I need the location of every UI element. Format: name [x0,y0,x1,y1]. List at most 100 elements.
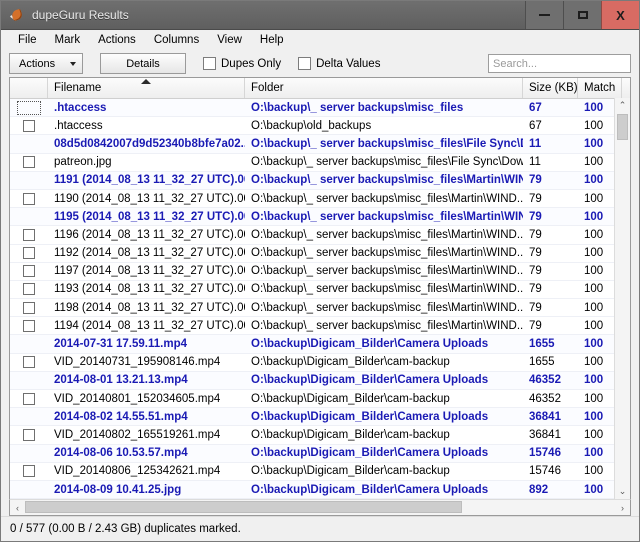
row-size: 79 [523,193,578,205]
dupes-only-checkbox[interactable]: Dupes Only [203,57,281,70]
table-row[interactable]: 1192 (2014_08_13 11_32_27 UTC).001O:\bac… [10,245,630,263]
table-row[interactable]: 1193 (2014_08_13 11_32_27 UTC).001O:\bac… [10,281,630,299]
row-size: 79 [523,229,578,241]
horizontal-scrollbar-track[interactable] [25,500,615,515]
search-input[interactable]: Search... [488,54,631,73]
row-checkbox-cell[interactable] [10,393,48,405]
menu-item-file[interactable]: File [9,33,46,47]
maximize-button[interactable] [563,1,601,29]
row-checkbox-cell[interactable] [10,120,48,132]
results-table: Filename Folder Size (KB) Match .htacces… [9,77,631,499]
row-checkbox-cell[interactable] [10,302,48,314]
table-row[interactable]: 08d5d0842007d9d52340b8bfe7a02...O:\backu… [10,135,630,153]
table-row[interactable]: 2014-08-09 10.41.25.jpgO:\backup\Digicam… [10,481,630,499]
table-row[interactable]: 1196 (2014_08_13 11_32_27 UTC).001O:\bac… [10,226,630,244]
table-row[interactable]: VID_20140802_165519261.mp4O:\backup\Digi… [10,426,630,444]
row-filename: 2014-07-31 17.59.11.mp4 [48,338,245,350]
column-header-size[interactable]: Size (KB) [523,78,578,98]
title-bar: dupeGuru Results X [1,1,639,30]
column-header-checkbox[interactable] [10,78,48,98]
details-button[interactable]: Details [100,53,186,74]
row-filename: VID_20140806_125342621.mp4 [48,465,245,477]
row-checkbox-cell[interactable] [10,247,48,259]
table-row[interactable]: 1194 (2014_08_13 11_32_27 UTC).001O:\bac… [10,317,630,335]
column-header-filename-label: Filename [54,82,101,94]
row-checkbox-cell[interactable] [10,265,48,277]
column-header-filename[interactable]: Filename [48,78,245,98]
sort-ascending-icon [141,79,151,84]
details-button-label: Details [126,58,160,70]
column-header-folder[interactable]: Folder [245,78,523,98]
table-row[interactable]: 1195 (2014_08_13 11_32_27 UTC).001O:\bac… [10,208,630,226]
vertical-scrollbar-thumb[interactable] [617,114,628,140]
row-size: 15746 [523,447,578,459]
row-size: 46352 [523,393,578,405]
table-row[interactable]: VID_20140731_195908146.mp4O:\backup\Digi… [10,354,630,372]
row-checkbox[interactable] [23,193,35,205]
table-row[interactable]: VID_20140806_125342621.mp4O:\backup\Digi… [10,463,630,481]
row-checkbox[interactable] [23,283,35,295]
row-checkbox[interactable] [23,156,35,168]
row-checkbox[interactable] [23,120,35,132]
table-row[interactable]: 2014-08-02 14.55.51.mp4O:\backup\Digicam… [10,408,630,426]
row-checkbox-cell[interactable] [10,283,48,295]
row-checkbox[interactable] [23,320,35,332]
table-row[interactable]: 1190 (2014_08_13 11_32_27 UTC).001O:\bac… [10,190,630,208]
actions-button[interactable]: Actions [9,53,83,74]
row-checkbox[interactable] [23,393,35,405]
row-checkbox-cell[interactable] [10,429,48,441]
row-checkbox[interactable] [23,356,35,368]
table-row[interactable]: 1197 (2014_08_13 11_32_27 UTC).001O:\bac… [10,263,630,281]
close-button[interactable]: X [601,1,639,29]
row-size: 36841 [523,411,578,423]
row-size: 892 [523,484,578,496]
menu-item-columns[interactable]: Columns [145,33,208,47]
delta-values-checkbox[interactable]: Delta Values [298,57,380,70]
row-checkbox-cell[interactable] [10,320,48,332]
scroll-up-icon[interactable]: ⌃ [615,98,630,113]
row-checkbox-cell[interactable] [10,465,48,477]
menu-item-mark[interactable]: Mark [46,33,90,47]
row-checkbox[interactable] [23,429,35,441]
scroll-down-icon[interactable]: ⌄ [615,484,630,499]
table-row[interactable]: 2014-07-31 17.59.11.mp4O:\backup\Digicam… [10,335,630,353]
horizontal-scrollbar[interactable]: ‹ › [9,499,631,516]
row-folder: O:\backup\old_backups [245,120,523,132]
window-title: dupeGuru Results [32,8,129,22]
row-checkbox-cell[interactable] [10,229,48,241]
menu-item-actions[interactable]: Actions [89,33,145,47]
table-row[interactable]: .htaccessO:\backup\_ server backups\misc… [10,99,630,117]
scroll-left-icon[interactable]: ‹ [10,500,25,515]
table-row[interactable]: 1191 (2014_08_13 11_32_27 UTC).001O:\bac… [10,172,630,190]
row-checkbox[interactable] [23,247,35,259]
row-checkbox[interactable] [23,265,35,277]
horizontal-scrollbar-thumb[interactable] [25,501,462,513]
delta-values-checkbox-box[interactable] [298,57,311,70]
table-row[interactable]: 2014-08-06 10.53.57.mp4O:\backup\Digicam… [10,445,630,463]
row-checkbox[interactable] [23,465,35,477]
table-row[interactable]: VID_20140801_152034605.mp4O:\backup\Digi… [10,390,630,408]
vertical-scrollbar[interactable]: ⌃ ⌄ [614,98,630,499]
row-checkbox-cell[interactable] [10,356,48,368]
row-filename: .htaccess [48,120,245,132]
row-folder: O:\backup\_ server backups\misc_files\Ma… [245,302,523,314]
scroll-right-icon[interactable]: › [615,500,630,515]
row-filename: 08d5d0842007d9d52340b8bfe7a02... [48,138,245,150]
row-checkbox-cell[interactable] [10,156,48,168]
dupes-only-checkbox-box[interactable] [203,57,216,70]
column-header-match[interactable]: Match [578,78,622,98]
menu-item-view[interactable]: View [208,33,251,47]
row-filename: 1191 (2014_08_13 11_32_27 UTC).001 [48,174,245,186]
table-row[interactable]: .htaccessO:\backup\old_backups67100 [10,117,630,135]
row-checkbox[interactable] [23,229,35,241]
table-row[interactable]: 2014-08-01 13.21.13.mp4O:\backup\Digicam… [10,372,630,390]
table-row[interactable]: patreon.jpgO:\backup\_ server backups\mi… [10,154,630,172]
menu-item-help[interactable]: Help [251,33,293,47]
row-checkbox-cell[interactable] [10,101,48,115]
table-row[interactable]: 1198 (2014_08_13 11_32_27 UTC).001O:\bac… [10,299,630,317]
row-checkbox[interactable] [23,302,35,314]
row-checkbox-cell[interactable] [10,193,48,205]
row-size: 67 [523,120,578,132]
minimize-button[interactable] [525,1,563,29]
row-filename: VID_20140731_195908146.mp4 [48,356,245,368]
